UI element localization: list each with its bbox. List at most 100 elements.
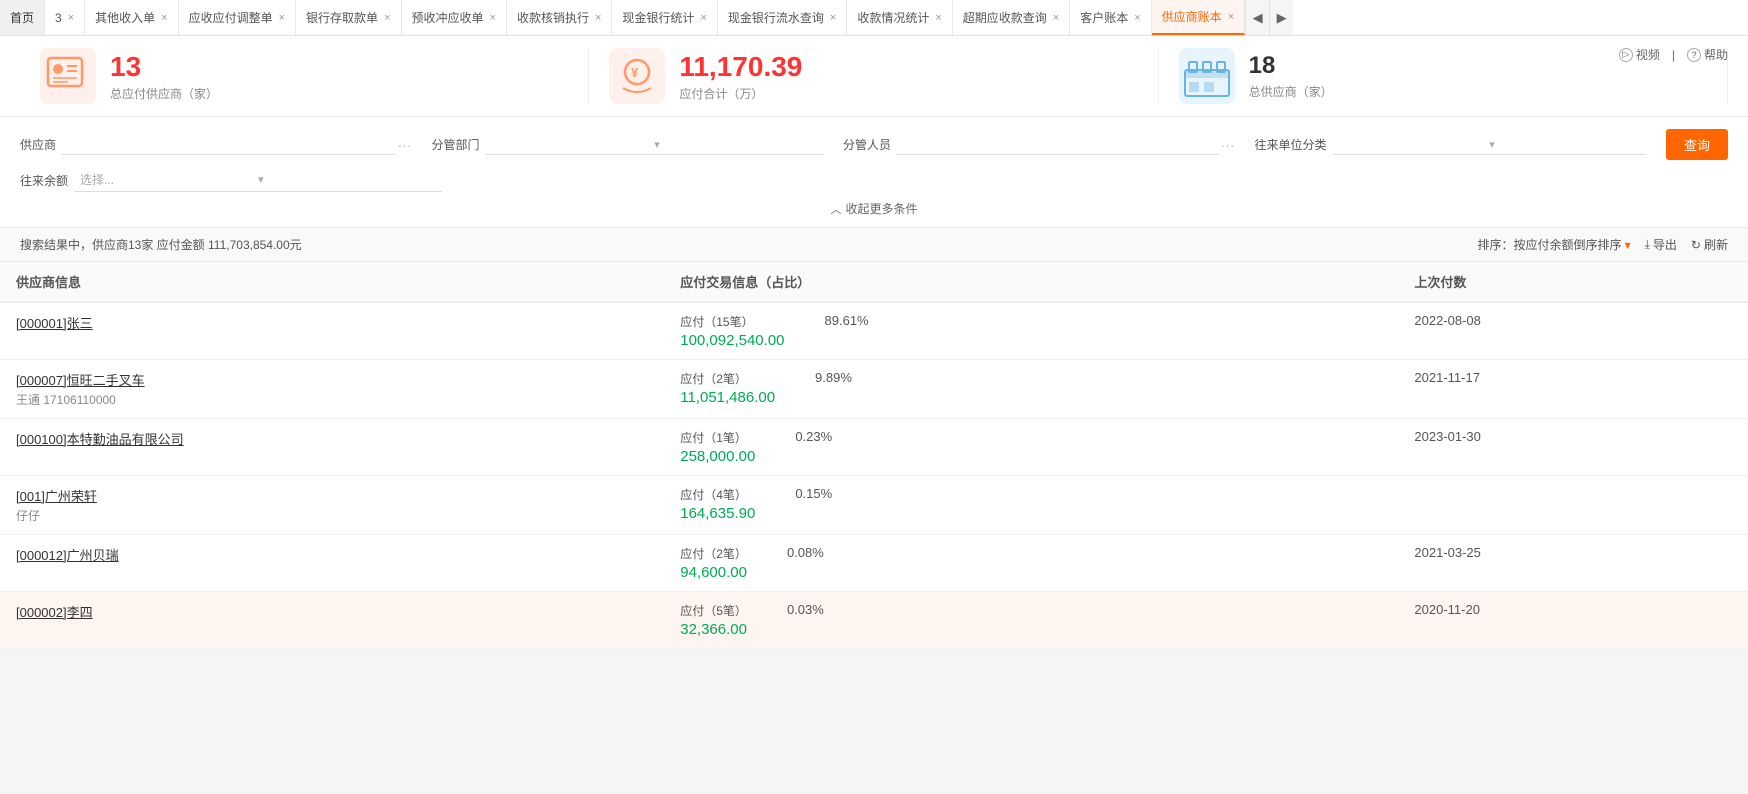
col-last-pay: 上次付数 xyxy=(1398,262,1748,302)
export-button[interactable]: ⤓ 导出 xyxy=(1645,236,1677,253)
filter-row-1: 供应商 ··· 分管部门 ▾ 分管人员 ··· 往来单位分类 ▾ 查询 xyxy=(20,129,1728,160)
supplier-link[interactable]: [000001]张三 xyxy=(16,316,93,331)
nav-tab-adjust-label: 应收应付调整单 xyxy=(189,9,273,26)
close-icon-cashflow[interactable]: × xyxy=(830,12,836,24)
nav-tab-overdue[interactable]: 超期应收款查询 × xyxy=(953,0,1070,35)
payable-pct: 0.03% xyxy=(767,602,824,617)
table-wrap: 供应商信息 应付交易信息（占比） 上次付数 [000001]张三 应付（15笔） 1… xyxy=(0,262,1748,649)
filter-row-2: 往来余额 选择... ▾ xyxy=(20,168,1728,192)
nav-tab-supplier-label: 供应商账本 xyxy=(1162,8,1222,25)
help-link[interactable]: ? 帮助 xyxy=(1687,46,1728,63)
refresh-button[interactable]: ↻ 刷新 xyxy=(1691,236,1728,253)
search-button[interactable]: 查询 xyxy=(1666,129,1728,160)
nav-tab-recvstat-label: 收款情况统计 xyxy=(857,9,929,26)
payable-amount[interactable]: 100,092,540.00 xyxy=(680,332,784,349)
close-icon-3[interactable]: × xyxy=(68,12,74,24)
refresh-label: 刷新 xyxy=(1704,236,1728,253)
supplier-link[interactable]: [000100]本特勤油品有限公司 xyxy=(16,432,184,447)
nav-tab-bank[interactable]: 银行存取款单 × xyxy=(296,0,401,35)
video-link[interactable]: ▷ 视频 xyxy=(1619,46,1660,63)
sort-label[interactable]: 排序：按应付余额倒序排序 ▾ xyxy=(1478,236,1631,253)
nav-tab-recvstat[interactable]: 收款情况统计 × xyxy=(847,0,952,35)
total-payable-suppliers-label: 总应付供应商（家） xyxy=(110,85,218,102)
nav-prev-icon: ◀ xyxy=(1253,10,1263,26)
close-icon-income[interactable]: × xyxy=(161,12,167,24)
payable-amount[interactable]: 94,600.00 xyxy=(680,564,747,581)
result-text: 搜索结果中，供应商13家 应付金额 111,703,854.00元 xyxy=(20,236,302,253)
table-row: [001]广州荣轩仔仔应付（4笔）164,635.900.15% xyxy=(0,476,1748,535)
payable-amount[interactable]: 164,635.90 xyxy=(680,505,755,522)
payable-detail: 应付（2笔）11,051,486.00 xyxy=(680,370,775,406)
close-icon-cashstat[interactable]: × xyxy=(700,12,706,24)
payable-pct: 9.89% xyxy=(795,370,852,385)
close-icon-bank[interactable]: × xyxy=(384,12,390,24)
close-icon-collection[interactable]: × xyxy=(595,12,601,24)
supplier-filter-input[interactable] xyxy=(62,134,395,155)
category-filter-select[interactable]: ▾ xyxy=(1333,135,1646,155)
payable-detail: 应付（1笔）258,000.00 xyxy=(680,429,755,465)
supplier-filter-label: 供应商 xyxy=(20,136,56,153)
close-icon-supplier[interactable]: × xyxy=(1228,11,1234,23)
balance-placeholder: 选择... xyxy=(80,171,258,188)
supplier-link[interactable]: [000007]恒旺二手叉车 xyxy=(16,373,145,388)
nav-tab-collection[interactable]: 收款核销执行 × xyxy=(507,0,612,35)
filter-supplier: 供应商 ··· xyxy=(20,134,412,155)
payable-amount[interactable]: 11,051,486.00 xyxy=(680,389,775,406)
payable-total-icon: ¥ xyxy=(609,48,665,104)
nav-tab-3[interactable]: 3 × xyxy=(45,0,85,35)
nav-tab-prepay-label: 预收冲应收单 xyxy=(412,9,484,26)
payable-detail: 应付（2笔）94,600.00 xyxy=(680,545,747,581)
total-payable-suppliers-num: 13 xyxy=(110,50,218,84)
dept-filter-select[interactable]: ▾ xyxy=(486,135,823,155)
category-chevron-icon: ▾ xyxy=(1489,138,1640,151)
table-header-row: 供应商信息 应付交易信息（占比） 上次付数 xyxy=(0,262,1748,302)
supplier-info-cell: [000100]本特勤油品有限公司 xyxy=(0,419,664,476)
nav-tab-prepay[interactable]: 预收冲应收单 × xyxy=(402,0,507,35)
summary-card3-content: 18 总供应商（家） xyxy=(1249,52,1333,100)
close-icon-overdue[interactable]: × xyxy=(1053,12,1059,24)
balance-filter-select[interactable]: 选择... ▾ xyxy=(74,168,442,192)
result-bar-actions: 排序：按应付余额倒序排序 ▾ ⤓ 导出 ↻ 刷新 xyxy=(1478,236,1728,253)
supplier-info-cell: [000001]张三 xyxy=(0,302,664,360)
sort-text: 排序：按应付余额倒序排序 xyxy=(1478,236,1622,253)
collapse-button[interactable]: ︿ 收起更多条件 xyxy=(830,200,917,217)
nav-tab-home[interactable]: 首页 xyxy=(0,0,45,35)
nav-tab-supplier[interactable]: 供应商账本 × xyxy=(1152,0,1245,35)
payable-amount[interactable]: 258,000.00 xyxy=(680,448,755,465)
nav-tab-customer[interactable]: 客户账本 × xyxy=(1070,0,1151,35)
supplier-info-cell: [001]广州荣轩仔仔 xyxy=(0,476,664,535)
payable-amount[interactable]: 32,366.00 xyxy=(680,621,747,638)
table-row: [000002]李四应付（5笔）32,366.000.03%2020-11-20 xyxy=(0,592,1748,649)
payable-info-cell: 应付（2笔）11,051,486.00 9.89% xyxy=(664,360,1398,419)
person-dots-icon[interactable]: ··· xyxy=(1221,137,1235,153)
nav-tab-cashstat[interactable]: 现金银行统计 × xyxy=(612,0,717,35)
payable-info-cell: 应付（15笔）100,092,540.0089.61% xyxy=(664,302,1398,360)
supplier-link[interactable]: [000012]广州贝瑞 xyxy=(16,548,119,563)
nav-next-button[interactable]: ▶ xyxy=(1269,0,1293,36)
category-filter-label: 往来单位分类 xyxy=(1255,136,1327,153)
close-icon-recvstat[interactable]: × xyxy=(935,12,941,24)
payable-desc: 应付（15笔） xyxy=(680,313,784,330)
close-icon-prepay[interactable]: × xyxy=(490,12,496,24)
payable-total-num: 11,170.39 xyxy=(679,50,802,84)
nav-tab-bank-label: 银行存取款单 xyxy=(306,9,378,26)
nav-tab-cashflow[interactable]: 现金银行流水查询 × xyxy=(718,0,847,35)
nav-tab-adjust[interactable]: 应收应付调整单 × xyxy=(179,0,296,35)
supplier-link[interactable]: [000002]李四 xyxy=(16,605,93,620)
help-label: 帮助 xyxy=(1704,46,1728,63)
last-pay-cell: 2023-01-30 xyxy=(1398,419,1748,476)
nav-prev-button[interactable]: ◀ xyxy=(1245,0,1269,36)
supplier-dots-icon[interactable]: ··· xyxy=(398,137,412,153)
video-circle-icon: ▷ xyxy=(1619,48,1633,62)
last-pay-cell: 2022-08-08 xyxy=(1398,302,1748,360)
close-icon-adjust[interactable]: × xyxy=(279,12,285,24)
close-icon-customer[interactable]: × xyxy=(1134,12,1140,24)
nav-tab-income[interactable]: 其他收入单 × xyxy=(85,0,178,35)
person-filter-input[interactable] xyxy=(897,134,1218,155)
payable-desc: 应付（4笔） xyxy=(680,486,755,503)
summary-card1-content: 13 总应付供应商（家） xyxy=(110,50,218,103)
result-bar: 搜索结果中，供应商13家 应付金额 111,703,854.00元 排序：按应付… xyxy=(0,228,1748,262)
payable-detail: 应付（4笔） 164,635.90 xyxy=(680,486,755,522)
supplier-link[interactable]: [001]广州荣轩 xyxy=(16,489,97,504)
payable-detail: 应付（5笔）32,366.00 xyxy=(680,602,747,638)
